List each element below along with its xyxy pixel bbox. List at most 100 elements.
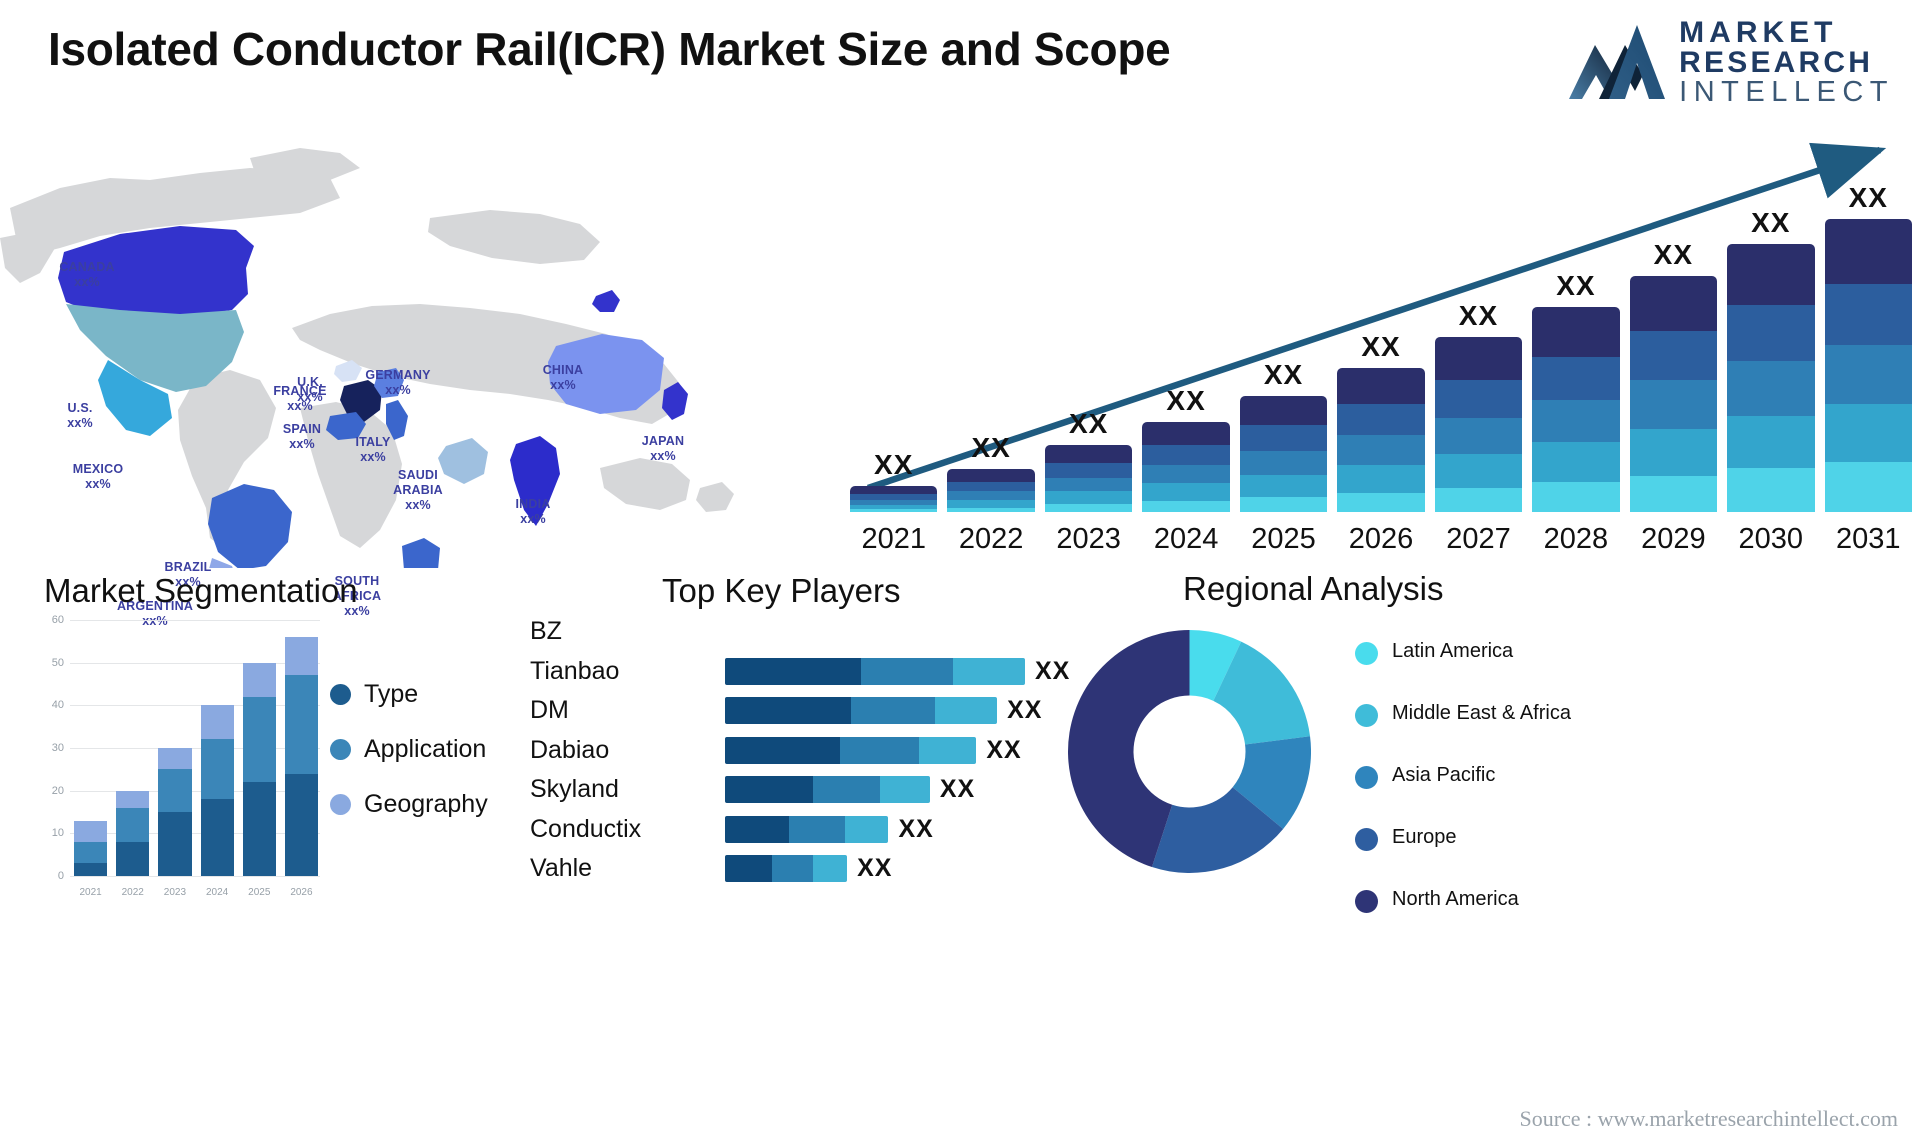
legend-dot-icon	[1355, 766, 1378, 789]
segmentation-legend-item[interactable]: Type	[330, 680, 488, 709]
growth-segment-segment-2	[1337, 403, 1425, 436]
growth-bar-value: XX	[1653, 238, 1694, 270]
map-label-germany: GERMANY xx%	[353, 368, 443, 398]
logo-line-1: MARKET	[1679, 16, 1838, 49]
segmentation-segment-type	[200, 799, 234, 876]
header: Isolated Conductor Rail(ICR) Market Size…	[0, 0, 1920, 120]
growth-segment-segment-3	[947, 491, 1035, 501]
key-player-segment	[771, 855, 813, 883]
map-label-japan: JAPAN xx%	[618, 434, 708, 464]
top-key-players-chart: BZ Tianbao XX DM XX Dabiao XX Skyland XX Conducti…	[530, 612, 1090, 892]
key-player-bar	[725, 815, 889, 843]
key-player-segment	[952, 657, 1025, 685]
segmentation-legend-item[interactable]: Geography	[330, 790, 488, 819]
growth-segment-segment-1	[1727, 244, 1815, 306]
key-player-segment	[725, 697, 852, 725]
segmentation-y-tick: 60	[51, 614, 64, 626]
growth-year-label: 2031	[1836, 523, 1901, 555]
logo-line-2: RESEARCH	[1679, 46, 1874, 79]
growth-segment-segment-5	[1142, 501, 1230, 512]
growth-segment-segment-5	[947, 508, 1035, 512]
segmentation-y-tick: 40	[51, 699, 64, 712]
regional-legend-item[interactable]: Latin America	[1355, 640, 1571, 684]
segmentation-bar-2025	[242, 620, 276, 876]
growth-year-label: 2023	[1056, 523, 1121, 555]
growth-bar-stack	[1337, 368, 1425, 512]
growth-segment-segment-4	[1044, 491, 1133, 505]
legend-dot-icon	[1355, 642, 1378, 665]
growth-bar-value: XX	[1556, 270, 1596, 302]
regional-legend-item[interactable]: Asia Pacific	[1355, 764, 1571, 808]
growth-bar-stack	[1434, 336, 1523, 512]
segmentation-legend-item[interactable]: Application	[330, 735, 488, 764]
logo-line-3: INTELLECT	[1679, 76, 1894, 108]
growth-bar-2027: XX	[1434, 182, 1523, 512]
growth-segment-segment-1	[947, 468, 1035, 482]
growth-segment-segment-4	[1727, 415, 1815, 468]
growth-segment-segment-5	[1727, 467, 1815, 512]
growth-bar-2030: XX	[1727, 182, 1815, 512]
growth-segment-segment-1	[1532, 307, 1620, 357]
segmentation-legend-label: Application	[364, 735, 487, 763]
growth-segment-segment-4	[1239, 474, 1328, 498]
country-name: SAUDI ARABIA	[393, 468, 443, 497]
segmentation-plot-area	[74, 620, 319, 876]
world-map-panel: CANADA xx% U.S. xx% MEXICO xx% BRAZIL xx% ARGENT…	[0, 118, 830, 628]
growth-segment-segment-3	[1629, 380, 1718, 430]
country-percent: xx%	[360, 449, 386, 464]
segmentation-segment-type	[116, 841, 150, 876]
growth-bar-value: XX	[1068, 408, 1109, 440]
key-player-row: Tianbao XX	[530, 652, 1090, 692]
growth-segment-segment-2	[1142, 445, 1230, 465]
growth-segment-segment-3	[1239, 451, 1328, 475]
growth-segment-segment-2	[1239, 425, 1328, 451]
growth-segment-segment-1	[1337, 368, 1425, 404]
regional-legend-item[interactable]: Middle East & Africa	[1355, 702, 1571, 746]
key-player-bar	[725, 776, 930, 804]
country-name: INDIA	[515, 497, 551, 511]
key-player-value: XX	[1035, 656, 1071, 685]
key-player-name: Tianbao	[530, 656, 620, 685]
segmentation-y-tick: 20	[51, 784, 64, 797]
growth-segment-segment-1	[1142, 421, 1230, 446]
growth-segment-segment-1	[1044, 445, 1133, 463]
regional-legend-item[interactable]: North America	[1355, 888, 1571, 932]
growth-segment-segment-3	[1824, 344, 1912, 405]
country-percent: xx%	[67, 415, 93, 430]
key-player-segment	[725, 657, 861, 685]
regional-legend-label: Asia Pacific	[1392, 764, 1496, 786]
segmentation-bar-2022	[116, 620, 150, 876]
growth-segment-segment-1	[1239, 395, 1328, 426]
country-percent: xx%	[85, 476, 111, 491]
growth-bar-stack	[1044, 445, 1133, 512]
segmentation-legend-label: Type	[364, 680, 419, 708]
growth-year-label: 2026	[1348, 523, 1414, 555]
growth-segment-segment-2	[1532, 356, 1620, 400]
key-player-bar	[725, 855, 848, 883]
key-player-name: Dabiao	[530, 735, 610, 764]
growth-segment-segment-2	[1434, 380, 1523, 418]
key-player-bar	[725, 697, 998, 725]
key-player-value: XX	[1007, 696, 1043, 725]
segmentation-legend-label: Geography	[364, 790, 488, 818]
segmentation-x-label: 2023	[163, 887, 187, 898]
legend-dot-icon	[1355, 828, 1378, 851]
segmentation-x-label: 2022	[121, 887, 144, 898]
segmentation-segment-application	[242, 696, 276, 783]
segmentation-bar-2024	[200, 620, 234, 876]
growth-year-label: 2025	[1251, 523, 1316, 555]
growth-year-label: 2028	[1543, 523, 1609, 555]
growth-bar-stack	[1532, 307, 1620, 512]
growth-bar-2023: XX	[1044, 182, 1133, 512]
key-player-name: DM	[530, 696, 569, 725]
growth-year-label: 2030	[1738, 523, 1804, 555]
growth-bar-2025: XX	[1239, 182, 1328, 512]
map-label-india: INDIA xx%	[488, 497, 578, 527]
growth-segment-segment-5	[850, 509, 938, 512]
segmentation-bar-2023	[158, 620, 192, 876]
segmentation-segment-geography	[200, 705, 234, 740]
regional-legend-label: North America	[1392, 888, 1519, 910]
regional-legend-label: Middle East & Africa	[1392, 702, 1571, 724]
regional-legend-item[interactable]: Europe	[1355, 826, 1571, 870]
key-player-segment	[839, 736, 920, 764]
